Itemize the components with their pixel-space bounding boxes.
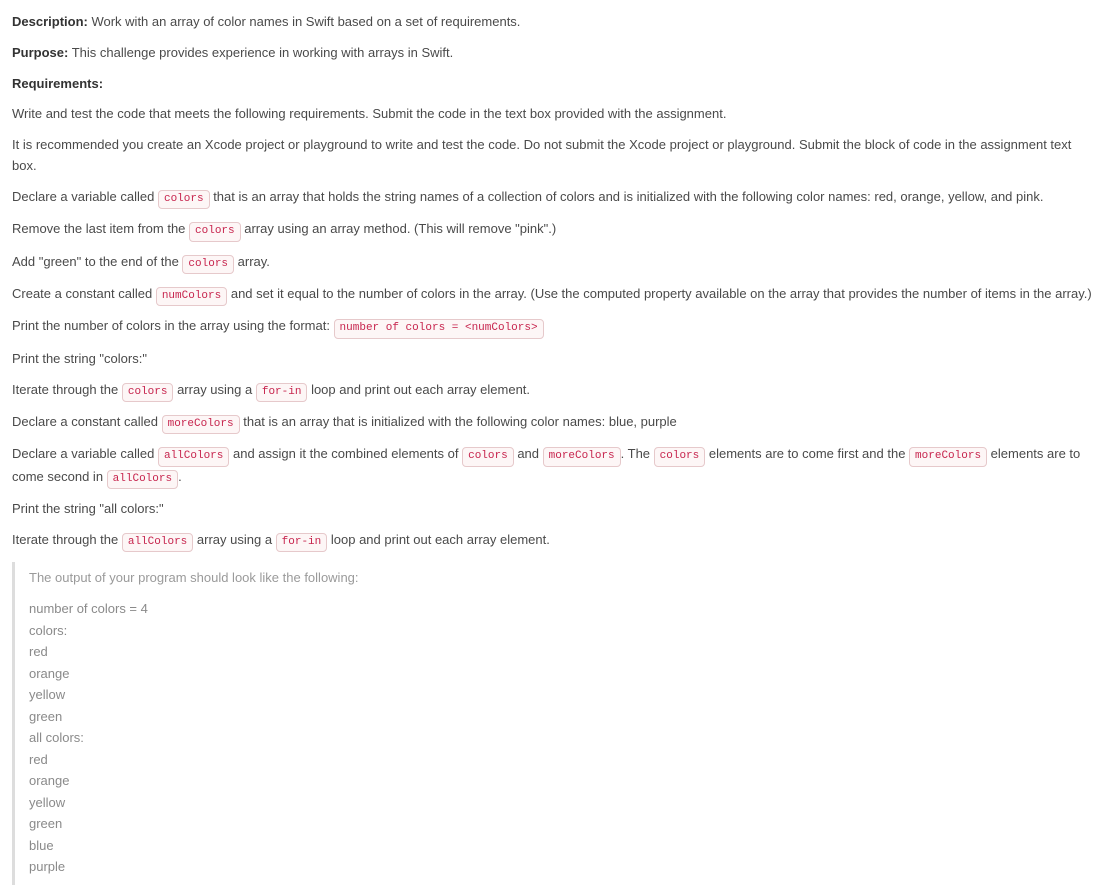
step-9-text-b: and assign it the combined elements of [229,446,462,461]
code-morecolors: moreColors [909,447,987,466]
output-line: number of colors = 4 [29,599,1099,619]
code-for-in: for-in [276,533,328,552]
output-line: purple [29,857,1099,877]
purpose-text: This challenge provides experience in wo… [68,45,453,60]
code-number-of-colors-format: number of colors = <numColors> [334,319,544,338]
step-7-text-a: Iterate through the [12,382,122,397]
code-allcolors: allColors [122,533,193,552]
step-2-text-a: Remove the last item from the [12,221,189,236]
code-numcolors: numColors [156,287,227,306]
output-line: yellow [29,793,1099,813]
step-8: Declare a constant called moreColors tha… [12,412,1099,434]
step-3-text-b: array. [234,254,270,269]
output-line: all colors: [29,728,1099,748]
step-9-text-d: . The [621,446,654,461]
expected-output-lines: number of colors = 4colors:redorangeyell… [29,599,1099,877]
step-1-text-b: that is an array that holds the string n… [210,189,1044,204]
step-1-text-a: Declare a variable called [12,189,158,204]
step-7-text-c: loop and print out each array element. [307,382,530,397]
step-5-text-a: Print the number of colors in the array … [12,318,334,333]
step-11-text-b: array using a [193,532,275,547]
step-9-text-c: and [514,446,543,461]
output-line: colors: [29,621,1099,641]
description-text: Work with an array of color names in Swi… [88,14,521,29]
code-colors: colors [654,447,706,466]
output-line: orange [29,664,1099,684]
output-line: yellow [29,685,1099,705]
output-line: green [29,707,1099,727]
requirements-heading: Requirements: [12,74,1099,95]
step-8-text-b: that is an array that is initialized wit… [240,414,677,429]
step-2-text-b: array using an array method. (This will … [241,221,557,236]
step-6: Print the string "colors:" [12,349,1099,370]
step-3: Add "green" to the end of the colors arr… [12,252,1099,274]
step-2: Remove the last item from the colors arr… [12,219,1099,241]
code-colors: colors [462,447,514,466]
description-line: Description: Work with an array of color… [12,12,1099,33]
step-7: Iterate through the colors array using a… [12,380,1099,402]
requirements-label: Requirements: [12,76,103,91]
code-morecolors: moreColors [162,415,240,434]
output-line: green [29,814,1099,834]
output-line: red [29,750,1099,770]
req-intro-1: Write and test the code that meets the f… [12,104,1099,125]
step-9: Declare a variable called allColors and … [12,444,1099,489]
expected-output-block: The output of your program should look l… [12,562,1099,884]
step-4-text-a: Create a constant called [12,286,156,301]
code-colors: colors [158,190,210,209]
code-allcolors: allColors [158,447,229,466]
output-line: red [29,642,1099,662]
step-9-text-a: Declare a variable called [12,446,158,461]
purpose-label: Purpose: [12,45,68,60]
code-colors: colors [122,383,174,402]
step-10: Print the string "all colors:" [12,499,1099,520]
expected-output-lead: The output of your program should look l… [29,568,1099,589]
step-11: Iterate through the allColors array usin… [12,530,1099,552]
req-intro-2: It is recommended you create an Xcode pr… [12,135,1099,177]
step-3-text-a: Add "green" to the end of the [12,254,182,269]
step-11-text-c: loop and print out each array element. [327,532,550,547]
step-11-text-a: Iterate through the [12,532,122,547]
step-1: Declare a variable called colors that is… [12,187,1099,209]
description-label: Description: [12,14,88,29]
code-morecolors: moreColors [543,447,621,466]
code-colors: colors [189,222,241,241]
code-for-in: for-in [256,383,308,402]
step-9-text-g: . [178,469,182,484]
output-line: orange [29,771,1099,791]
step-9-text-e: elements are to come first and the [705,446,909,461]
code-allcolors: allColors [107,470,178,489]
step-8-text-a: Declare a constant called [12,414,162,429]
step-4: Create a constant called numColors and s… [12,284,1099,306]
code-colors: colors [182,255,234,274]
purpose-line: Purpose: This challenge provides experie… [12,43,1099,64]
step-5: Print the number of colors in the array … [12,316,1099,338]
output-line: blue [29,836,1099,856]
step-7-text-b: array using a [173,382,255,397]
step-4-text-b: and set it equal to the number of colors… [227,286,1091,301]
